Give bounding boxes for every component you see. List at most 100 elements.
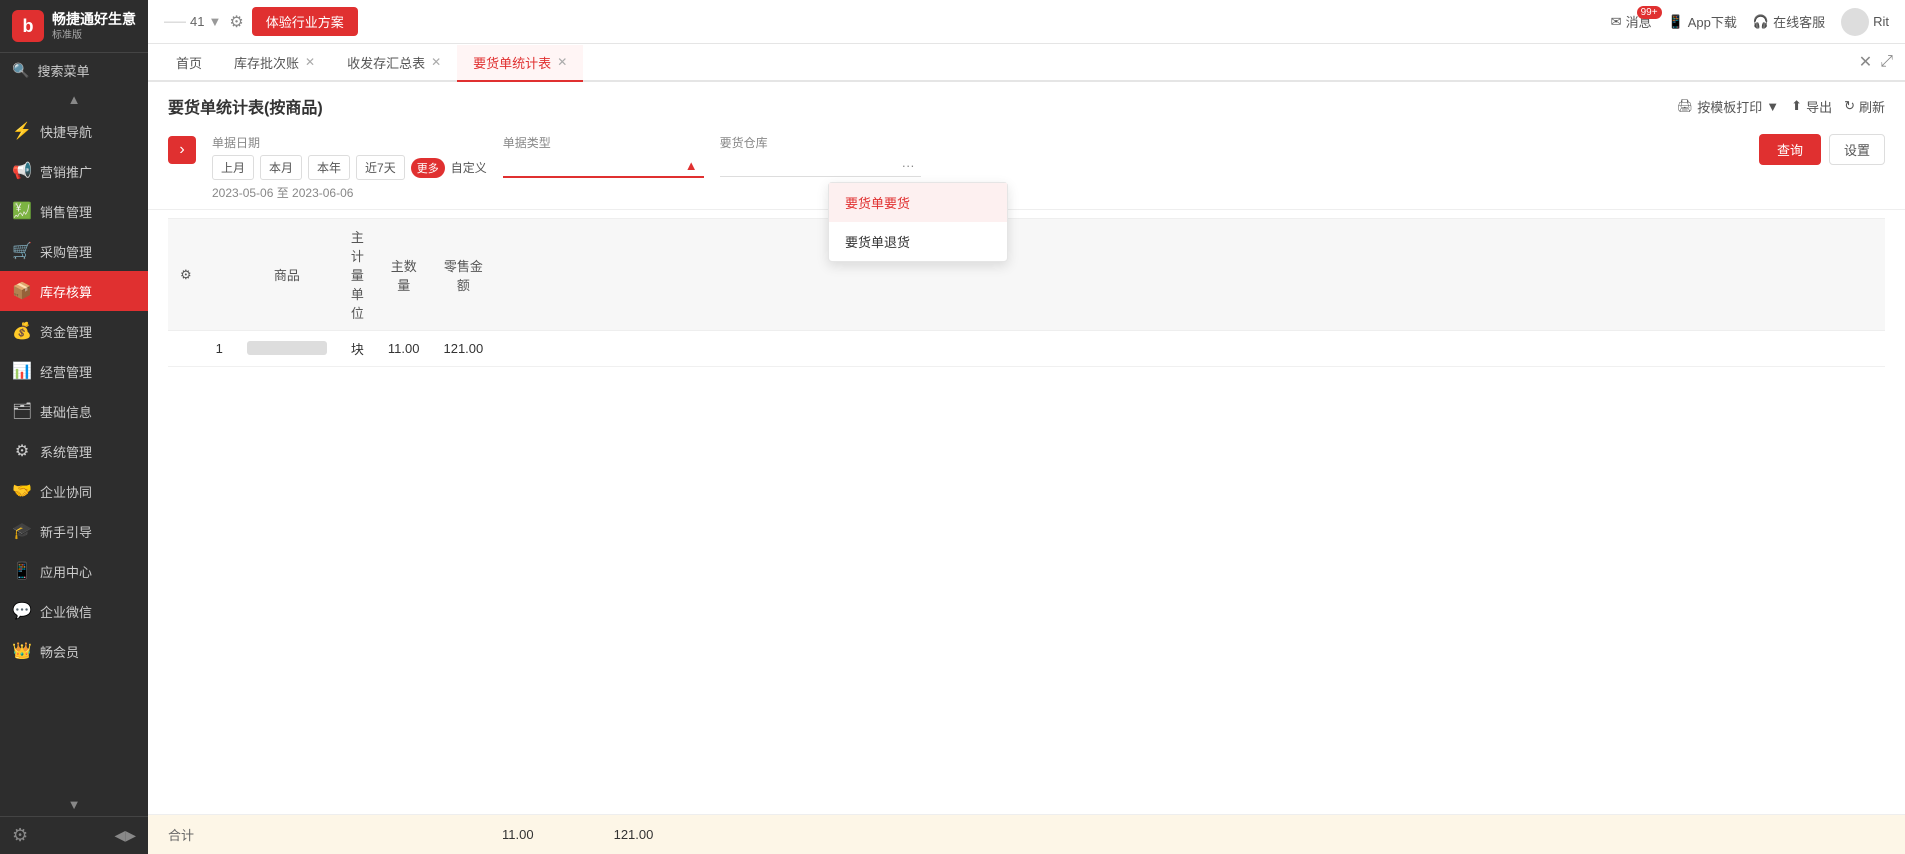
export-button[interactable]: ⬆ 导出 bbox=[1791, 97, 1832, 116]
warehouse-more-icon[interactable]: ··· bbox=[902, 158, 915, 173]
inventory-icon: 📦 bbox=[12, 281, 32, 301]
sidebar-item-enterprise[interactable]: 🤝 企业协同 bbox=[0, 471, 148, 511]
tab-close-requisition-stats[interactable]: ✕ bbox=[557, 55, 567, 69]
this-month-button[interactable]: 本月 bbox=[260, 155, 302, 180]
filter-actions: 查询 设置 bbox=[1759, 134, 1885, 167]
topbar-gear-icon[interactable]: ⚙ bbox=[229, 12, 243, 32]
this-year-button[interactable]: 本年 bbox=[308, 155, 350, 180]
sidebar-item-inventory[interactable]: 📦 库存核算 bbox=[0, 271, 148, 311]
sidebar-collapse-icon[interactable]: ◀▶ bbox=[114, 827, 136, 844]
query-button[interactable]: 查询 bbox=[1759, 134, 1821, 165]
tab-home[interactable]: 首页 bbox=[160, 45, 218, 82]
tabbar-actions: ✕ ⤢ bbox=[1859, 52, 1893, 72]
vip-icon: 👑 bbox=[12, 641, 32, 661]
last-7-days-button[interactable]: 近7天 bbox=[356, 155, 405, 180]
online-service-button[interactable]: 🎧 在线客服 bbox=[1753, 12, 1825, 31]
user-name: Rit bbox=[1873, 14, 1889, 29]
tab-inventory-batch[interactable]: 库存批次账 ✕ bbox=[218, 45, 331, 82]
warehouse-label: 要货仓库 bbox=[720, 134, 921, 151]
app-logo-icon: b bbox=[12, 10, 44, 42]
marketing-icon: 📢 bbox=[12, 161, 32, 181]
row-quantity-cell: 11.00 bbox=[376, 331, 432, 367]
table-settings-icon[interactable]: ⚙ bbox=[180, 267, 192, 282]
sidebar-item-marketing[interactable]: 📢 营销推广 bbox=[0, 151, 148, 191]
dropdown-item-requisition-order[interactable]: 要货单要货 bbox=[829, 183, 1007, 222]
prev-month-button[interactable]: 上月 bbox=[212, 155, 254, 180]
message-icon: ✉ bbox=[1611, 14, 1622, 30]
print-icon: 🖨 bbox=[1677, 98, 1694, 114]
sidebar-search[interactable]: 🔍 搜索菜单 bbox=[0, 53, 148, 88]
message-button[interactable]: ✉ 消息 99+ bbox=[1611, 12, 1652, 31]
sidebar-footer-settings-icon[interactable]: ⚙ bbox=[12, 825, 28, 846]
warehouse-input-wrapper[interactable]: ··· bbox=[720, 155, 921, 177]
sidebar-item-purchase[interactable]: 🛒 采购管理 bbox=[0, 231, 148, 271]
date-more-badge[interactable]: 更多 bbox=[411, 158, 445, 178]
tab-expand-icon[interactable]: ⤢ bbox=[1880, 53, 1893, 71]
col-amount: 零售金额 bbox=[431, 219, 495, 331]
date-label: 单据日期 bbox=[212, 134, 487, 151]
tab-close-all-icon[interactable]: ✕ bbox=[1859, 52, 1872, 72]
dropdown-item-requisition-return[interactable]: 要货单退货 bbox=[829, 222, 1007, 261]
table-container: ⚙ 商品 主计量单位 主数量 零售金额 1 bbox=[148, 210, 1905, 375]
user-avatar-area[interactable]: Rit bbox=[1841, 8, 1889, 36]
filter-expand-button[interactable]: › bbox=[168, 136, 196, 164]
col-settings[interactable]: ⚙ bbox=[168, 219, 204, 331]
tab-requisition-stats[interactable]: 要货单统计表 ✕ bbox=[457, 45, 583, 82]
chevron-right-icon: › bbox=[179, 141, 184, 159]
data-table: ⚙ 商品 主计量单位 主数量 零售金额 1 bbox=[168, 218, 1885, 367]
page-header: 要货单统计表(按商品) 🖨 按模板打印 ▼ ⬆ 导出 ↻ 刷新 bbox=[148, 82, 1905, 126]
doc-type-chevron-icon[interactable]: ▲ bbox=[685, 158, 698, 173]
refresh-button[interactable]: ↻ 刷新 bbox=[1844, 97, 1885, 116]
service-icon: 🎧 bbox=[1753, 14, 1769, 30]
row-settings-cell bbox=[168, 331, 204, 367]
enterprise-wx-icon: 💬 bbox=[12, 601, 32, 621]
tab-close-inventory-batch[interactable]: ✕ bbox=[305, 55, 315, 69]
settings-button[interactable]: 设置 bbox=[1829, 134, 1885, 165]
sidebar-item-sales[interactable]: 💹 销售管理 bbox=[0, 191, 148, 231]
sidebar-logo: b 畅捷通好生意 标准版 bbox=[0, 0, 148, 53]
promo-button[interactable]: 体验行业方案 bbox=[252, 7, 358, 36]
total-amount: 121.00 bbox=[614, 827, 654, 842]
sidebar-item-system[interactable]: ⚙ 系统管理 bbox=[0, 431, 148, 471]
sidebar-item-guide[interactable]: 🎓 新手引导 bbox=[0, 511, 148, 551]
store-select[interactable]: —— 41 ▼ bbox=[164, 14, 221, 29]
goods-name-blurred bbox=[247, 341, 327, 355]
row-goods-cell bbox=[235, 331, 339, 367]
app-download-label: App下载 bbox=[1688, 12, 1737, 31]
topbar-left: —— 41 ▼ ⚙ 体验行业方案 bbox=[164, 7, 1599, 36]
warehouse-input[interactable] bbox=[726, 158, 902, 173]
sidebar-scroll-up[interactable]: ▲ bbox=[0, 88, 148, 111]
table-header-row: ⚙ 商品 主计量单位 主数量 零售金额 bbox=[168, 219, 1885, 331]
sidebar-item-finance[interactable]: 💰 资金管理 bbox=[0, 311, 148, 351]
sidebar-item-base-info[interactable]: 🗂 基础信息 bbox=[0, 391, 148, 431]
sidebar-item-operations[interactable]: 📊 经营管理 bbox=[0, 351, 148, 391]
sidebar-item-quick-nav[interactable]: ⚡ 快捷导航 bbox=[0, 111, 148, 151]
store-chevron-icon: ▼ bbox=[208, 14, 221, 29]
phone-icon: 📱 bbox=[1668, 14, 1684, 30]
tab-close-shipment-summary[interactable]: ✕ bbox=[431, 55, 441, 69]
col-extra bbox=[495, 219, 1885, 331]
sidebar-item-vip[interactable]: 👑 畅会员 bbox=[0, 631, 148, 671]
filter-doc-type-group: 单据类型 ▲ bbox=[503, 134, 704, 178]
sidebar-item-app-center[interactable]: 📱 应用中心 bbox=[0, 551, 148, 591]
app-download-button[interactable]: 📱 App下载 bbox=[1668, 12, 1737, 31]
tab-shipment-summary[interactable]: 收发存汇总表 ✕ bbox=[331, 45, 457, 82]
total-quantity: 11.00 bbox=[502, 827, 534, 842]
print-template-button[interactable]: 🖨 按模板打印 ▼ bbox=[1677, 97, 1779, 116]
finance-icon: 💰 bbox=[12, 321, 32, 341]
date-range-display: 2023-05-06 至 2023-06-06 bbox=[212, 184, 487, 201]
page-actions: 🖨 按模板打印 ▼ ⬆ 导出 ↻ 刷新 bbox=[1677, 97, 1885, 116]
doc-type-input-wrapper[interactable]: ▲ bbox=[503, 155, 704, 178]
sidebar-item-enterprise-wx[interactable]: 💬 企业微信 bbox=[0, 591, 148, 631]
date-buttons-row: 上月 本月 本年 近7天 更多 自定义 bbox=[212, 155, 487, 180]
export-icon: ⬆ bbox=[1791, 98, 1802, 114]
topbar-right: ✉ 消息 99+ 📱 App下载 🎧 在线客服 Rit bbox=[1611, 8, 1889, 36]
sidebar-scroll-down[interactable]: ▼ bbox=[0, 793, 148, 816]
custom-date-button[interactable]: 自定义 bbox=[451, 159, 487, 176]
main-content: —— 41 ▼ ⚙ 体验行业方案 ✉ 消息 99+ 📱 App下载 🎧 在线客服 bbox=[148, 0, 1905, 854]
page-body: 要货单统计表(按商品) 🖨 按模板打印 ▼ ⬆ 导出 ↻ 刷新 bbox=[148, 82, 1905, 854]
doc-type-input[interactable] bbox=[509, 158, 685, 173]
doc-type-label: 单据类型 bbox=[503, 134, 704, 151]
total-row: 合计 11.00 121.00 bbox=[148, 814, 1905, 854]
col-unit: 主计量单位 bbox=[339, 219, 376, 331]
